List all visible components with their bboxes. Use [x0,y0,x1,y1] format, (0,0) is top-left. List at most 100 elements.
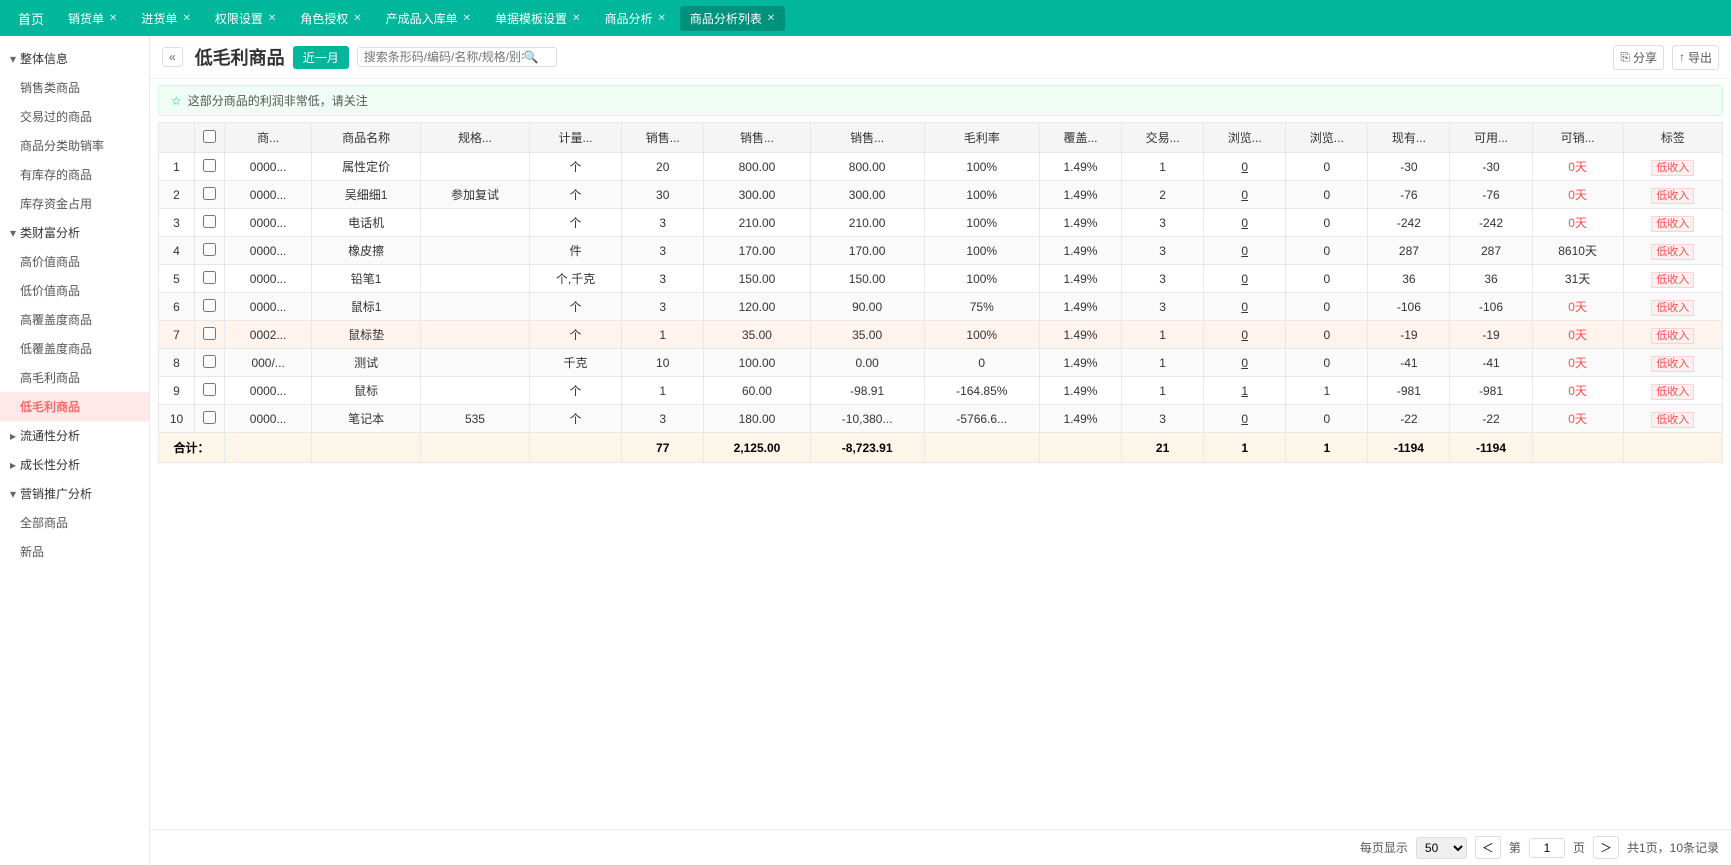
nav-role-auth[interactable]: 角色授权 ✕ [290,6,371,31]
sidebar-item-in-stock[interactable]: 有库存的商品 [0,160,149,189]
search-input[interactable] [364,50,524,64]
select-all-checkbox[interactable] [203,130,216,143]
nav-sales[interactable]: 销货单 ✕ [58,6,127,31]
export-button[interactable]: ↑ 导出 [1672,45,1719,70]
next-page-button[interactable]: ＞ [1593,836,1619,859]
row-transaction: 1 [1122,349,1204,377]
table-row: 5 0000... 铅笔1 个,千克 3 150.00 150.00 100% … [159,265,1723,293]
row-check[interactable] [195,209,225,237]
row-checkbox[interactable] [203,187,216,200]
nav-purchase[interactable]: 进货单 ✕ [131,6,200,31]
row-check[interactable] [195,349,225,377]
col-header-view1[interactable]: 浏览... [1204,123,1286,153]
col-header-check[interactable] [195,123,225,153]
sidebar-section-flow[interactable]: ▸ 流通性分析 [0,421,149,450]
sidebar-item-low-margin[interactable]: 低毛利商品 [0,392,149,421]
sidebar-item-low-coverage[interactable]: 低覆盖度商品 [0,334,149,363]
nav-close-product-analysis[interactable]: ✕ [657,13,665,24]
row-view1[interactable]: 0 [1204,405,1286,433]
row-view1[interactable]: 0 [1204,209,1286,237]
nav-template-settings[interactable]: 单据模板设置 ✕ [485,6,590,31]
nav-close-permissions[interactable]: ✕ [268,13,276,24]
row-checkbox[interactable] [203,299,216,312]
row-check[interactable] [195,153,225,181]
row-view1[interactable]: 0 [1204,265,1286,293]
col-header-available[interactable]: 可用... [1450,123,1532,153]
nav-product-entry[interactable]: 产成品入库单 ✕ [376,6,481,31]
share-button[interactable]: ⎘ 分享 [1613,45,1664,70]
prev-page-button[interactable]: ＜ [1475,836,1501,859]
row-check[interactable] [195,377,225,405]
nav-home[interactable]: 首页 [8,5,54,32]
row-view1[interactable]: 0 [1204,349,1286,377]
sidebar-section-overall[interactable]: ▾ 整体信息 [0,44,149,73]
col-header-sales-qty[interactable]: 销售... [622,123,704,153]
search-icon[interactable]: 🔍 [524,50,539,64]
row-current-stock: -242 [1368,209,1450,237]
sidebar-item-low-value[interactable]: 低价值商品 [0,276,149,305]
col-header-current-stock[interactable]: 现有... [1368,123,1450,153]
arrow-icon: ▾ [10,52,16,66]
col-header-unit[interactable]: 计量... [529,123,621,153]
row-checkbox[interactable] [203,355,216,368]
col-header-coverage[interactable]: 覆盖... [1039,123,1121,153]
row-coverage: 1.49% [1039,293,1121,321]
nav-analysis-list[interactable]: 商品分析列表 ✕ [680,6,785,31]
col-header-spec[interactable]: 规格... [421,123,530,153]
row-check[interactable] [195,237,225,265]
sidebar-section-marketing[interactable]: ▾ 营销推广分析 [0,479,149,508]
nav-close-role-auth[interactable]: ✕ [353,13,361,24]
sidebar-item-sales-goods[interactable]: 销售类商品 [0,73,149,102]
row-check[interactable] [195,293,225,321]
sidebar-item-high-coverage[interactable]: 高覆盖度商品 [0,305,149,334]
sidebar-item-capital[interactable]: 库存资金占用 [0,189,149,218]
nav-close-template-settings[interactable]: ✕ [572,13,580,24]
sidebar-section-wealth[interactable]: ▾ 类财富分析 [0,218,149,247]
sidebar-item-traded-goods[interactable]: 交易过的商品 [0,102,149,131]
col-header-gross-margin[interactable]: 毛利率 [924,123,1039,153]
row-view1[interactable]: 0 [1204,293,1286,321]
nav-close-product-entry[interactable]: ✕ [463,13,471,24]
row-check[interactable] [195,181,225,209]
nav-close-purchase[interactable]: ✕ [182,13,190,24]
row-sales-profit: 0.00 [810,349,924,377]
row-view1[interactable]: 0 [1204,181,1286,209]
col-header-view2[interactable]: 浏览... [1286,123,1368,153]
sidebar-item-category-rate[interactable]: 商品分类助销率 [0,131,149,160]
sidebar-item-new-goods[interactable]: 新品 [0,537,149,566]
col-header-sales-profit[interactable]: 销售... [810,123,924,153]
filter-recent-month-button[interactable]: 近一月 [293,46,349,69]
row-checkbox[interactable] [203,383,216,396]
col-header-transaction[interactable]: 交易... [1122,123,1204,153]
col-header-tag[interactable]: 标签 [1623,123,1722,153]
page-number-input[interactable] [1529,838,1565,858]
row-view1[interactable]: 0 [1204,153,1286,181]
sidebar-item-all-goods[interactable]: 全部商品 [0,508,149,537]
row-view1[interactable]: 0 [1204,321,1286,349]
row-checkbox[interactable] [203,159,216,172]
col-header-salable[interactable]: 可销... [1532,123,1623,153]
col-header-name[interactable]: 商品名称 [312,123,421,153]
sidebar-item-high-margin[interactable]: 高毛利商品 [0,363,149,392]
page-size-select[interactable]: 50 100 [1416,837,1467,859]
sidebar-section-growth[interactable]: ▸ 成长性分析 [0,450,149,479]
row-check[interactable] [195,405,225,433]
row-view1[interactable]: 0 [1204,237,1286,265]
row-checkbox[interactable] [203,271,216,284]
collapse-sidebar-button[interactable]: « [162,47,183,67]
nav-close-analysis-list[interactable]: ✕ [767,13,775,24]
nav-product-analysis[interactable]: 商品分析 ✕ [594,6,675,31]
row-checkbox[interactable] [203,411,216,424]
row-check[interactable] [195,265,225,293]
sidebar-item-high-value[interactable]: 高价值商品 [0,247,149,276]
row-checkbox[interactable] [203,215,216,228]
row-checkbox[interactable] [203,327,216,340]
row-view1[interactable]: 1 [1204,377,1286,405]
row-tag: 低收入 [1623,181,1722,209]
row-check[interactable] [195,321,225,349]
nav-close-sales[interactable]: ✕ [109,13,117,24]
row-checkbox[interactable] [203,243,216,256]
nav-permissions[interactable]: 权限设置 ✕ [205,6,286,31]
col-header-sales-price[interactable]: 销售... [704,123,810,153]
col-header-code[interactable]: 商... [225,123,312,153]
